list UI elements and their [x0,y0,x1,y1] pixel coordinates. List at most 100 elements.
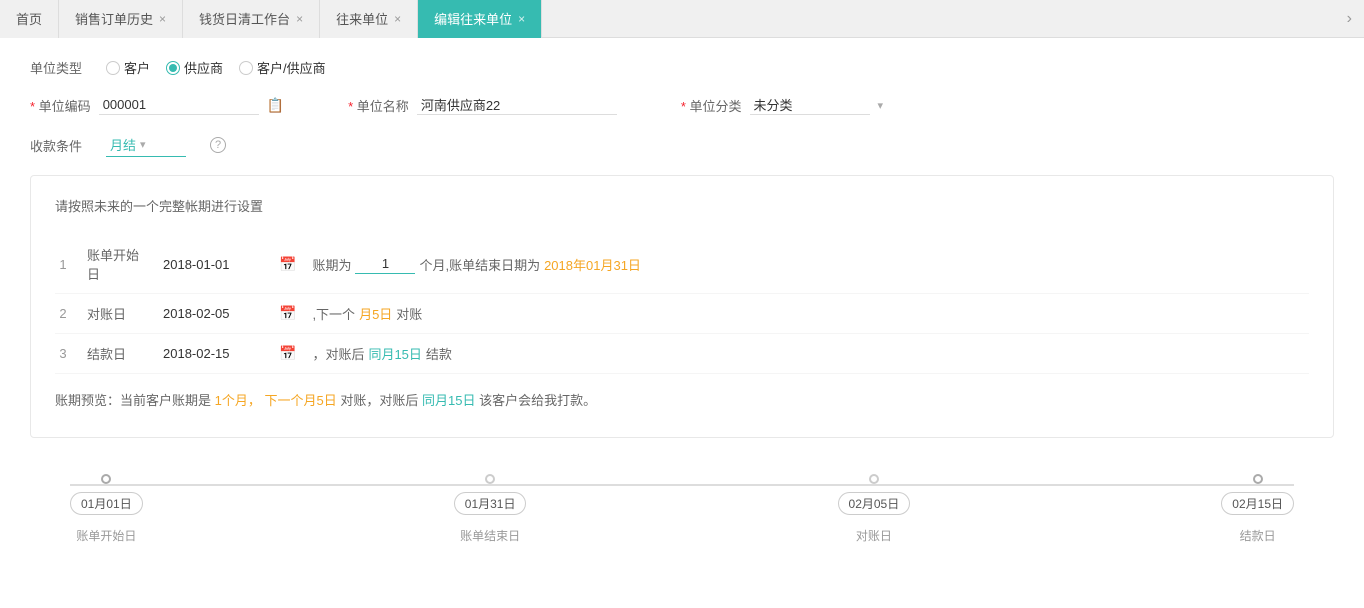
tab-edit-partner-label: 编辑往来单位 [434,9,512,28]
payment-condition-label: 收款条件 [30,136,82,155]
row-3-desc: ，对账后 同月15日 结款 [312,344,452,363]
row-1-num: 1 [55,257,71,272]
tab-cash-work-close[interactable]: × [296,12,303,26]
row-3-suffix: 结款 [426,344,452,363]
unit-category-chevron[interactable]: ▾ [878,99,884,112]
preview-p4: 同月15日 [422,393,475,408]
unit-name-label: 单位名称 [348,96,409,115]
preview-p5: 该客户会给我打款。 [479,393,596,408]
timeline: 01月01日 账单开始日 01月31日 账单结束日 02月05日 对账日 02月… [30,454,1334,574]
node-dot-2 [869,474,879,484]
row-3-type: 结款日 [87,344,147,363]
payment-condition-chevron: ▾ [140,138,146,151]
tab-sales-history-label: 销售订单历史 [75,9,153,28]
row-3-num: 3 [55,346,71,361]
payment-condition-help[interactable]: ? [210,137,226,153]
row-1-end-date: 2018年01月31日 [544,255,641,274]
row-1-desc: 账期为 个月,账单结束日期为 2018年01月31日 [312,254,640,274]
payment-condition-row: 收款条件 月结 ▾ ? [30,133,1334,157]
node-label-1: 账单结束日 [460,527,520,544]
unit-type-row: 单位类型 客户 供应商 客户/供应商 [30,58,1334,77]
unit-code-icon[interactable]: 📋 [267,97,284,114]
tab-home[interactable]: 首页 [0,0,59,38]
row-3-date: 2018-02-15 [163,346,263,361]
node-label-2: 对账日 [856,527,892,544]
setting-row-2: 2 对账日 2018-02-05 📅 ,下一个 月5日 对账 [55,294,1309,334]
node-dot-3 [1253,474,1263,484]
payment-condition-select[interactable]: 月结 ▾ [106,133,186,157]
timeline-nodes: 01月01日 账单开始日 01月31日 账单结束日 02月05日 对账日 02月… [70,474,1294,544]
tab-partner-close[interactable]: × [394,12,401,26]
payment-condition-value: 月结 [110,135,136,154]
timeline-node-1: 01月31日 账单结束日 [454,474,527,544]
preview-bar: 账期预览：当前客户账期是 1个月， 下一个月5日 对账，对账后 同月15日 该客… [55,374,1309,417]
tab-partner[interactable]: 往来单位 × [320,0,418,38]
unit-code-field: 单位编码 📋 [30,95,284,115]
unit-type-label: 单位类型 [30,58,82,77]
unit-category-field: 单位分类 ▾ [681,95,883,115]
tab-edit-partner[interactable]: 编辑往来单位 × [418,0,542,38]
row-2-highlight: 月5日 [359,304,392,323]
preview-prefix: 账期预览：当前客户账期是 [55,393,211,408]
row-1-date: 2018-01-01 [163,257,263,272]
preview-p3: 对账，对账后 [340,393,418,408]
row-2-suffix: 对账 [396,304,422,323]
radio-customer[interactable]: 客户 [106,58,150,77]
radio-group-unit-type: 客户 供应商 客户/供应商 [106,58,326,77]
radio-supplier-circle [166,61,180,75]
row-3-highlight: 同月15日 [368,344,421,363]
radio-both-label: 客户/供应商 [257,58,326,77]
node-badge-1: 01月31日 [454,492,527,515]
row-3-prefix: ，对账后 [312,344,364,363]
radio-supplier-label: 供应商 [184,58,223,77]
radio-customer-label: 客户 [124,58,150,77]
node-badge-2: 02月05日 [838,492,911,515]
tab-sales-history[interactable]: 销售订单历史 × [59,0,183,38]
timeline-node-2: 02月05日 对账日 [838,474,911,544]
radio-supplier[interactable]: 供应商 [166,58,223,77]
unit-category-label: 单位分类 [681,96,742,115]
node-label-0: 账单开始日 [76,527,136,544]
tab-cash-work[interactable]: 钱货日清工作台 × [183,0,320,38]
tab-cash-work-label: 钱货日清工作台 [199,9,290,28]
unit-name-input[interactable] [417,95,617,115]
code-name-row: 单位编码 📋 单位名称 单位分类 ▾ [30,95,1334,115]
unit-code-input[interactable] [99,95,259,115]
row-1-suffix: 个月,账单结束日期为 [419,255,540,274]
panel-title: 请按照未来的一个完整帐期进行设置 [55,196,1309,215]
row-1-type: 账单开始日 [87,245,147,283]
tab-edit-partner-close[interactable]: × [518,12,525,26]
row-2-comma: ,下一个 [312,304,355,323]
preview-p2: 下一个月5日 [265,393,337,408]
setting-row-3: 3 结款日 2018-02-15 📅 ，对账后 同月15日 结款 [55,334,1309,374]
node-label-3: 结款日 [1240,527,1276,544]
tab-home-label: 首页 [16,9,42,28]
period-input[interactable] [355,254,415,274]
node-dot-0 [101,474,111,484]
row-1-prefix: 账期为 [312,255,351,274]
tab-sales-history-close[interactable]: × [159,12,166,26]
tab-bar: 首页 销售订单历史 × 钱货日清工作台 × 往来单位 × 编辑往来单位 × › [0,0,1364,38]
node-badge-3: 02月15日 [1221,492,1294,515]
node-dot-1 [485,474,495,484]
row-2-type: 对账日 [87,304,147,323]
tab-partner-label: 往来单位 [336,9,388,28]
timeline-node-3: 02月15日 结款日 [1221,474,1294,544]
settings-panel: 请按照未来的一个完整帐期进行设置 1 账单开始日 2018-01-01 📅 账期… [30,175,1334,438]
row-2-calendar[interactable]: 📅 [279,305,296,322]
timeline-node-0: 01月01日 账单开始日 [70,474,143,544]
main-content: 单位类型 客户 供应商 客户/供应商 单位编码 📋 单位名称 [0,38,1364,608]
radio-both-circle [239,61,253,75]
row-2-date: 2018-02-05 [163,306,263,321]
row-3-calendar[interactable]: 📅 [279,345,296,362]
tab-more-button[interactable]: › [1335,10,1364,28]
unit-name-field: 单位名称 [348,95,617,115]
row-2-desc: ,下一个 月5日 对账 [312,304,422,323]
row-1-calendar[interactable]: 📅 [279,256,296,273]
radio-both[interactable]: 客户/供应商 [239,58,326,77]
setting-row-1: 1 账单开始日 2018-01-01 📅 账期为 个月,账单结束日期为 2018… [55,235,1309,294]
unit-code-label: 单位编码 [30,96,91,115]
preview-p1: 1个月， [215,393,261,408]
row-2-num: 2 [55,306,71,321]
unit-category-input[interactable] [750,95,870,115]
